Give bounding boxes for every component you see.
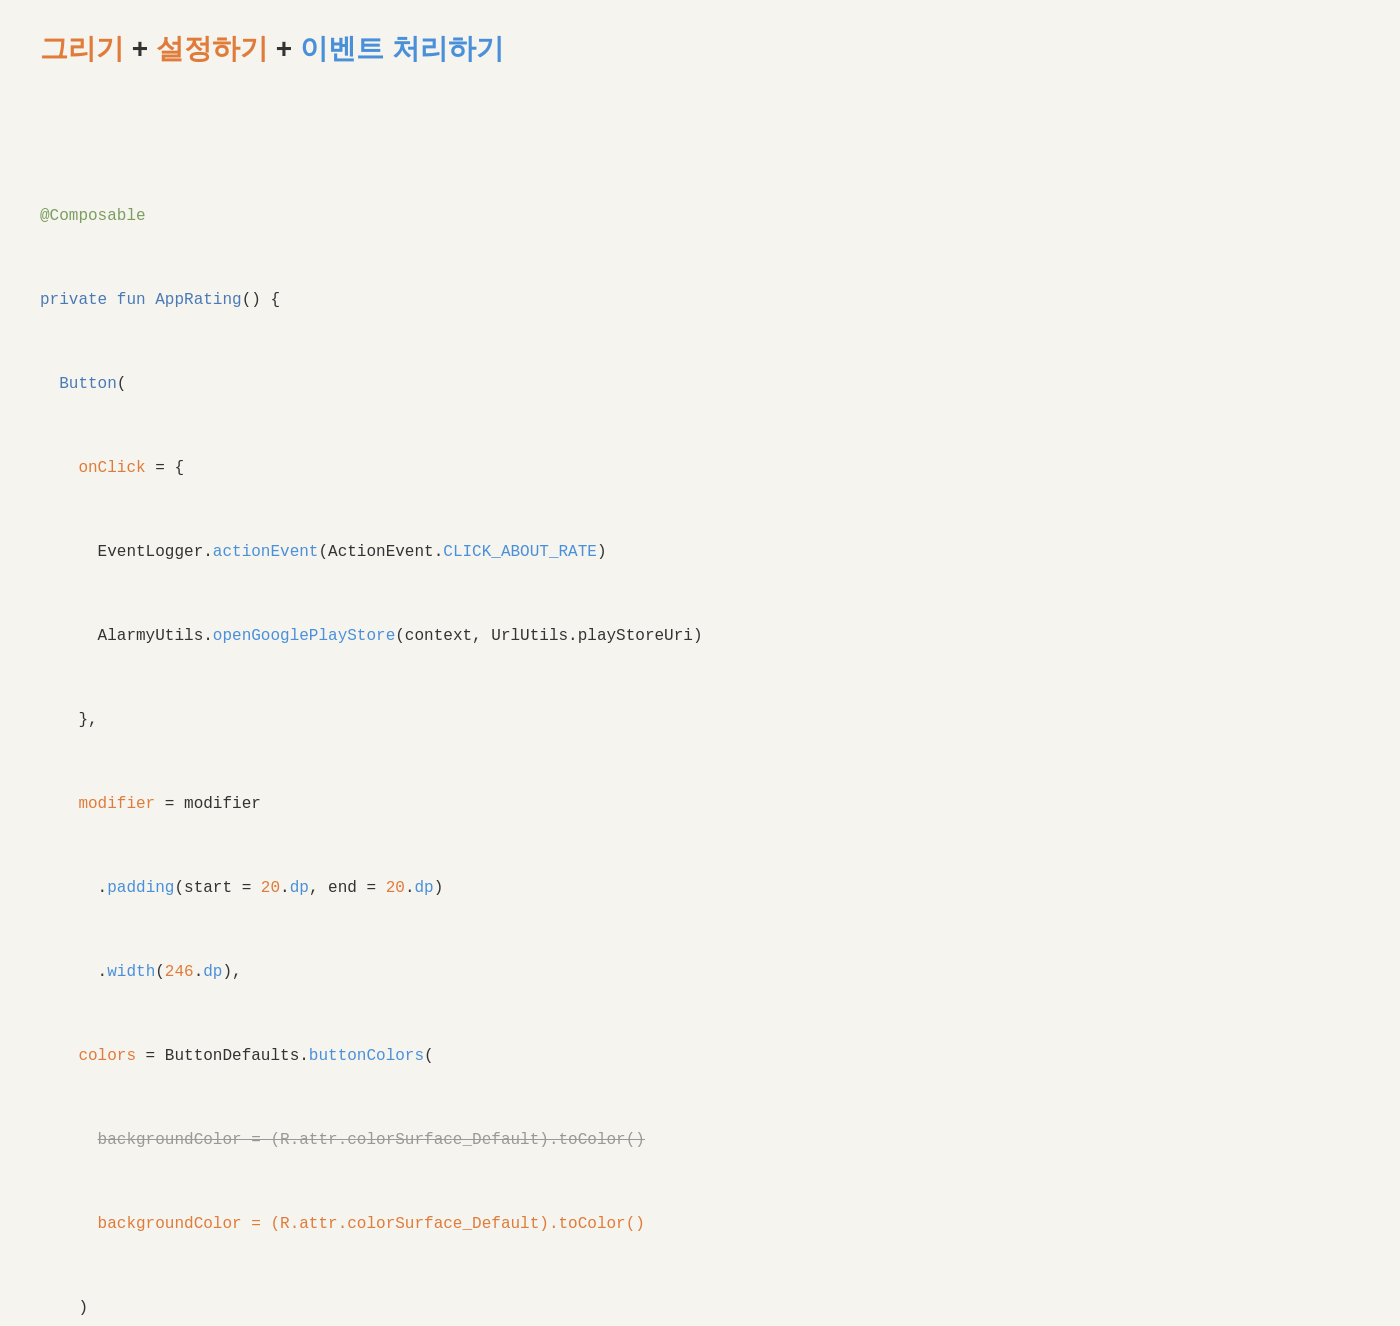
title-plus1: + <box>124 33 156 64</box>
code-line-annotation: @Composable <box>40 202 1360 230</box>
code-line-alarmyutils: AlarmyUtils.openGooglePlayStore(context,… <box>40 622 1360 650</box>
code-line-button: Button( <box>40 370 1360 398</box>
code-line-bg-deleted: backgroundColor = (R.attr.colorSurface_D… <box>40 1126 1360 1154</box>
code-line-onclick-open: onClick = { <box>40 454 1360 482</box>
title-draw: 그리기 <box>40 33 124 64</box>
title-set: 설정하기 <box>156 33 268 64</box>
code-line-colors: colors = ButtonDefaults.buttonColors( <box>40 1042 1360 1070</box>
code-line-fun: private fun AppRating() { <box>40 286 1360 314</box>
code-line-paren-close: ) <box>40 1294 1360 1322</box>
code-line-width: .width(246.dp), <box>40 958 1360 986</box>
code-line-padding: .padding(start = 20.dp, end = 20.dp) <box>40 874 1360 902</box>
page-container: 그리기 + 설정하기 + 이벤트 처리하기 @Composable privat… <box>0 0 1400 1326</box>
title-event: 이벤트 처리하기 <box>300 33 504 64</box>
code-line-bg-added: backgroundColor = (R.attr.colorSurface_D… <box>40 1210 1360 1238</box>
code-block: @Composable private fun AppRating() { Bu… <box>40 108 1360 1326</box>
code-line-onclick-close: }, <box>40 706 1360 734</box>
code-line-modifier: modifier = modifier <box>40 790 1360 818</box>
code-line-eventlogger: EventLogger.actionEvent(ActionEvent.CLIC… <box>40 538 1360 566</box>
title-plus2: + <box>268 33 300 64</box>
page-title: 그리기 + 설정하기 + 이벤트 처리하기 <box>40 30 1360 68</box>
